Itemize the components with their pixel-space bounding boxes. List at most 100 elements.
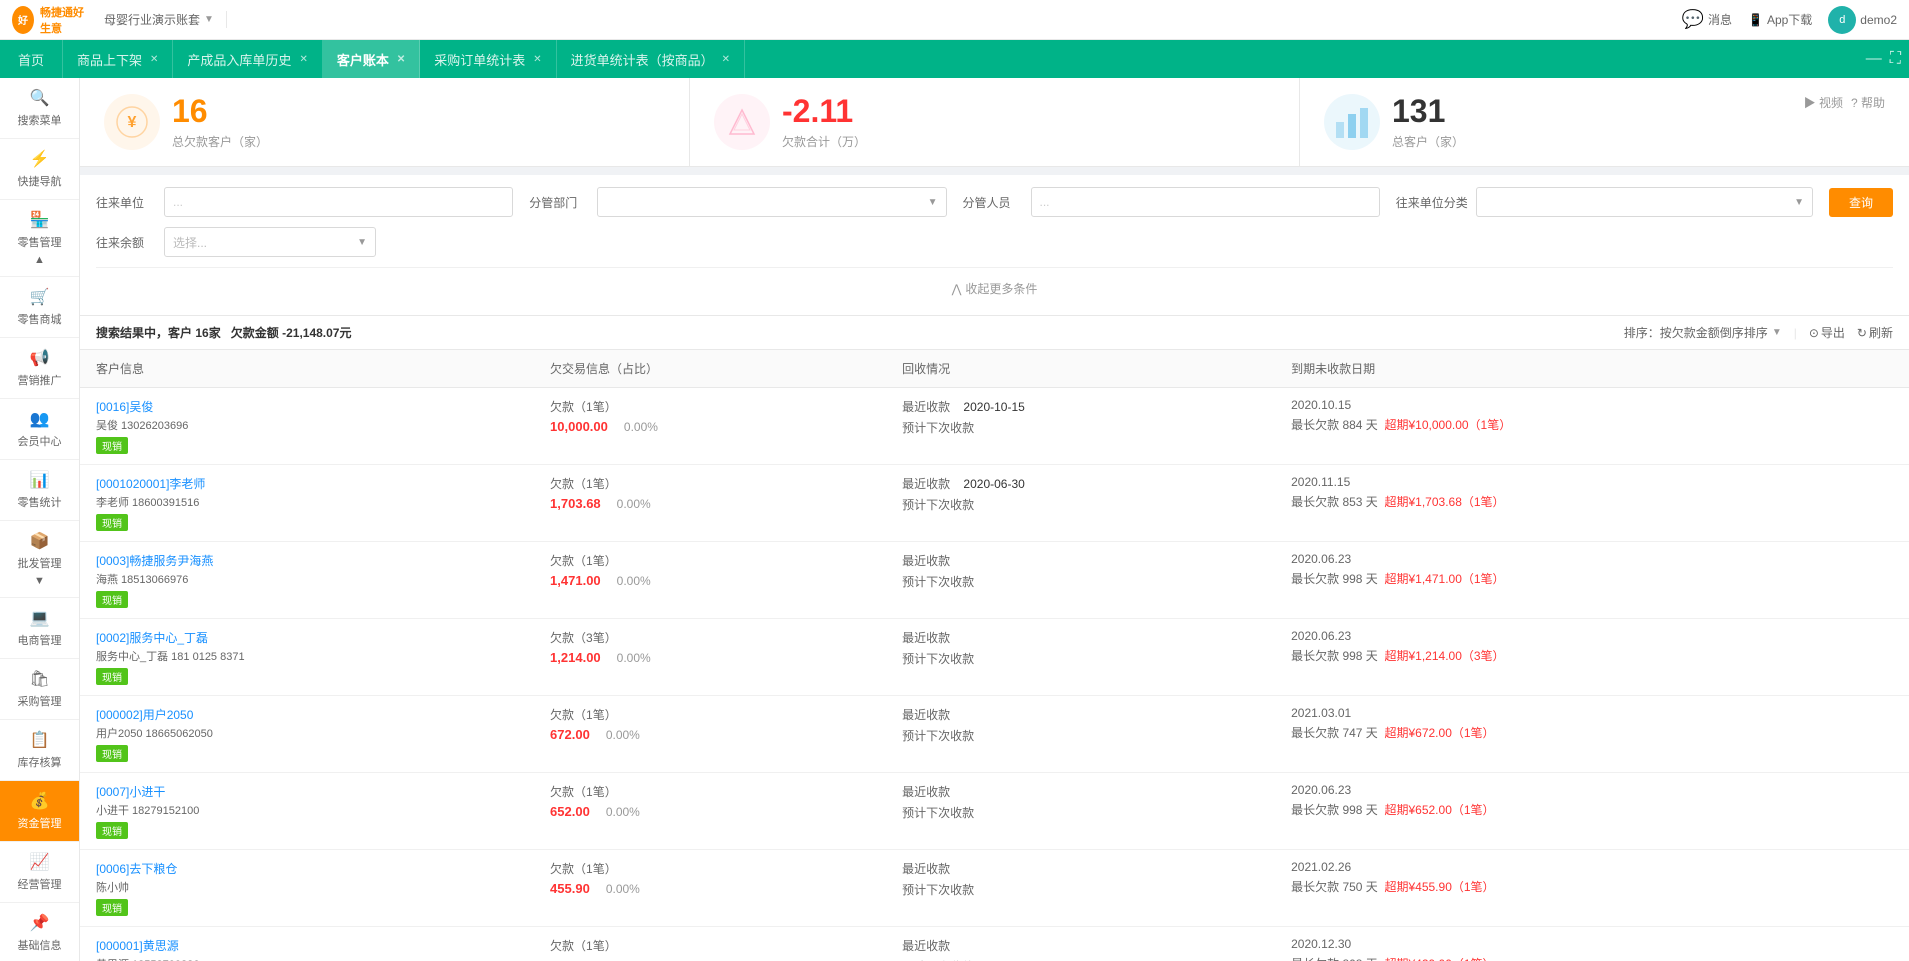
unit-type-select[interactable]: ▼ xyxy=(1476,187,1813,217)
tab-home[interactable]: 首页 xyxy=(0,40,63,78)
collection-last-2: 最近收款 xyxy=(902,552,1259,569)
query-button[interactable]: 查询 xyxy=(1829,188,1893,217)
sidebar-item-retail-stats[interactable]: 📊 零售统计 xyxy=(0,460,79,521)
refresh-button[interactable]: ↻ 刷新 xyxy=(1857,324,1893,341)
table-row: [0007]小进干 小进干 18279152100 现销 欠款（1笔） 652.… xyxy=(80,773,1909,850)
collection-next-5: 预计下次收款 xyxy=(902,804,1259,821)
message-button[interactable]: 💬 消息 xyxy=(1682,9,1732,30)
tab-inbound-history[interactable]: 产成品入库单历史 ✕ xyxy=(173,40,322,78)
tab-product-onoff-label: 商品上下架 xyxy=(77,50,142,69)
stat-top-actions: ▶ 视频 ? 帮助 xyxy=(1804,94,1885,111)
customer-id-6[interactable]: [0006]去下粮仓 xyxy=(96,860,518,877)
nav-maximize-icon[interactable]: ⛶ xyxy=(1890,50,1901,68)
collection-next-0: 预计下次收款 xyxy=(902,419,1259,436)
nav-tabs: 首页 商品上下架 ✕ 产成品入库单历史 ✕ 客户账本 ✕ 采购订单统计表 ✕ 进… xyxy=(0,40,1909,78)
balance-select[interactable]: 选择... ▼ xyxy=(164,227,376,257)
sidebar-ecommerce-label: 电商管理 xyxy=(18,632,62,648)
tab-inbound-stats[interactable]: 进货单统计表（按商品） ✕ xyxy=(557,40,745,78)
sidebar-item-retail-mall[interactable]: 🛒 零售商城 xyxy=(0,277,79,338)
results-actions: 排序：按欠款金额倒序排序 ▼ | ⊙ 导出 ↻ 刷新 xyxy=(1624,324,1893,341)
collection-last-0: 最近收款 2020-10-15 xyxy=(902,398,1259,415)
tab-product-onoff-close[interactable]: ✕ xyxy=(150,54,158,65)
sidebar-item-purchase[interactable]: 🛍 采购管理 xyxy=(0,659,79,720)
unit-type-caret: ▼ xyxy=(1794,197,1804,208)
cell-customer-1: [0001020001]李老师 李老师 18600391516 现销 xyxy=(80,465,534,542)
customer-id-4[interactable]: [000002]用户2050 xyxy=(96,706,518,723)
due-date-2: 2020.06.23 xyxy=(1291,552,1893,566)
results-info: 搜索结果中，客户 16家 欠款金额 -21,148.07元 xyxy=(96,324,351,341)
sidebar-item-inventory[interactable]: 📋 库存核算 xyxy=(0,720,79,781)
sidebar-item-finance[interactable]: 💰 资金管理 xyxy=(0,781,79,842)
customer-id-3[interactable]: [0002]服务中心_丁磊 xyxy=(96,629,518,646)
help-button[interactable]: ? 帮助 xyxy=(1851,94,1885,111)
sidebar-item-ecommerce[interactable]: 💻 电商管理 xyxy=(0,598,79,659)
debt-count-2: 欠款（1笔） xyxy=(550,552,870,569)
overdue-amount-0[interactable]: 超期¥10,000.00（1笔） xyxy=(1384,418,1511,432)
tab-inbound-stats-close[interactable]: ✕ xyxy=(722,54,730,65)
filter-person: 分管人员 ... xyxy=(963,187,1380,217)
customer-phone-0: 吴俊 13026203696 xyxy=(96,417,518,433)
tab-purchase-stats[interactable]: 采购订单统计表 ✕ xyxy=(420,40,556,78)
sidebar-retail-stats-label: 零售统计 xyxy=(18,494,62,510)
collapse-icon: ⋀ xyxy=(952,282,962,296)
sidebar-item-operation[interactable]: 📈 经营管理 xyxy=(0,842,79,903)
retail-arrow: ▲ xyxy=(34,254,45,266)
tab-inbound-history-close[interactable]: ✕ xyxy=(299,54,307,65)
tab-product-onoff[interactable]: 商品上下架 ✕ xyxy=(63,40,173,78)
debt-percent-1: 0.00% xyxy=(617,497,651,511)
video-button[interactable]: ▶ 视频 xyxy=(1804,94,1843,111)
industry-name: 母婴行业演示账套 xyxy=(104,11,200,28)
debt-amount-0: 10,000.00 xyxy=(550,419,608,434)
sidebar-quicknav-label: 快捷导航 xyxy=(18,173,62,189)
overdue-amount-2[interactable]: 超期¥1,471.00（1笔） xyxy=(1384,572,1504,586)
logo-text: 畅捷通好生意 xyxy=(40,4,92,36)
overdue-amount-5[interactable]: 超期¥652.00（1笔） xyxy=(1384,803,1494,817)
sidebar-item-wholesale[interactable]: 📦 批发管理 ▼ xyxy=(0,521,79,598)
stat-total-debt-info: -2.11 欠款合计（万） xyxy=(782,94,866,150)
table-row: [0003]畅捷服务尹海燕 海燕 18513066976 现销 欠款（1笔） 1… xyxy=(80,542,1909,619)
overdue-amount-1[interactable]: 超期¥1,703.68（1笔） xyxy=(1384,495,1504,509)
sidebar-item-member[interactable]: 👥 会员中心 xyxy=(0,399,79,460)
sort-selector[interactable]: 排序：按欠款金额倒序排序 ▼ xyxy=(1624,324,1782,341)
cell-due-4: 2021.03.01 最长欠款 747 天 超期¥672.00（1笔） xyxy=(1275,696,1909,773)
sidebar-item-basic[interactable]: 📌 基础信息 xyxy=(0,903,79,961)
sidebar-search-label: 搜索菜单 xyxy=(18,112,62,128)
overdue-amount-3[interactable]: 超期¥1,214.00（3笔） xyxy=(1384,649,1504,663)
person-input[interactable]: ... xyxy=(1031,187,1380,217)
overdue-days-5: 最长欠款 998 天 xyxy=(1291,803,1381,817)
customer-id-5[interactable]: [0007]小进干 xyxy=(96,783,518,800)
cell-customer-5: [0007]小进干 小进干 18279152100 现销 xyxy=(80,773,534,850)
nav-minimize-icon[interactable]: — xyxy=(1866,50,1882,68)
overdue-amount-4[interactable]: 超期¥672.00（1笔） xyxy=(1384,726,1494,740)
collection-last-6: 最近收款 xyxy=(902,860,1259,877)
filter-area: 往来单位 ... 分管部门 ▼ xyxy=(80,175,1909,316)
customer-id-1[interactable]: [0001020001]李老师 xyxy=(96,475,518,492)
collapse-filter-button[interactable]: ⋀ 收起更多条件 xyxy=(946,274,1044,303)
quicknav-icon: ⚡ xyxy=(30,149,50,169)
dept-select[interactable]: ▼ xyxy=(597,187,946,217)
sidebar-item-retail[interactable]: 🏪 零售管理 ▲ xyxy=(0,200,79,277)
tab-purchase-stats-close[interactable]: ✕ xyxy=(533,54,541,65)
overdue-amount-6[interactable]: 超期¥455.90（1笔） xyxy=(1384,880,1494,894)
customer-id-0[interactable]: [0016]吴俊 xyxy=(96,398,518,415)
sidebar-item-search[interactable]: 🔍 搜索菜单 xyxy=(0,78,79,139)
wholesale-icon: 📦 xyxy=(30,531,50,551)
customer-id-7[interactable]: [000001]黄思源 xyxy=(96,937,518,954)
app-download-button[interactable]: 📱 App下载 xyxy=(1748,11,1812,28)
due-date-6: 2021.02.26 xyxy=(1291,860,1893,874)
source-unit-input[interactable]: ... xyxy=(164,187,513,217)
sort-label: 排序：按欠款金额倒序排序 xyxy=(1624,324,1768,341)
app-download-label: App下载 xyxy=(1767,11,1812,28)
industry-selector[interactable]: 母婴行业演示账套 ▼ xyxy=(92,11,227,28)
tab-customer-ledger-close[interactable]: ✕ xyxy=(397,54,405,65)
customer-id-2[interactable]: [0003]畅捷服务尹海燕 xyxy=(96,552,518,569)
purchase-icon: 🛍 xyxy=(29,669,49,689)
sidebar-item-marketing[interactable]: 📢 营销推广 xyxy=(0,338,79,399)
sidebar-item-quicknav[interactable]: ⚡ 快捷导航 xyxy=(0,139,79,200)
table-row: [0006]去下粮仓 陈小帅 现销 欠款（1笔） 455.90 0.00% 最近… xyxy=(80,850,1909,927)
table-row: [0016]吴俊 吴俊 13026203696 现销 欠款（1笔） 10,000… xyxy=(80,388,1909,465)
user-menu[interactable]: d demo2 xyxy=(1828,6,1897,34)
export-button[interactable]: ⊙ 导出 xyxy=(1809,324,1845,341)
tab-customer-ledger[interactable]: 客户账本 ✕ xyxy=(323,40,420,78)
overdue-amount-7[interactable]: 超期¥429.00（1笔） xyxy=(1384,957,1494,961)
